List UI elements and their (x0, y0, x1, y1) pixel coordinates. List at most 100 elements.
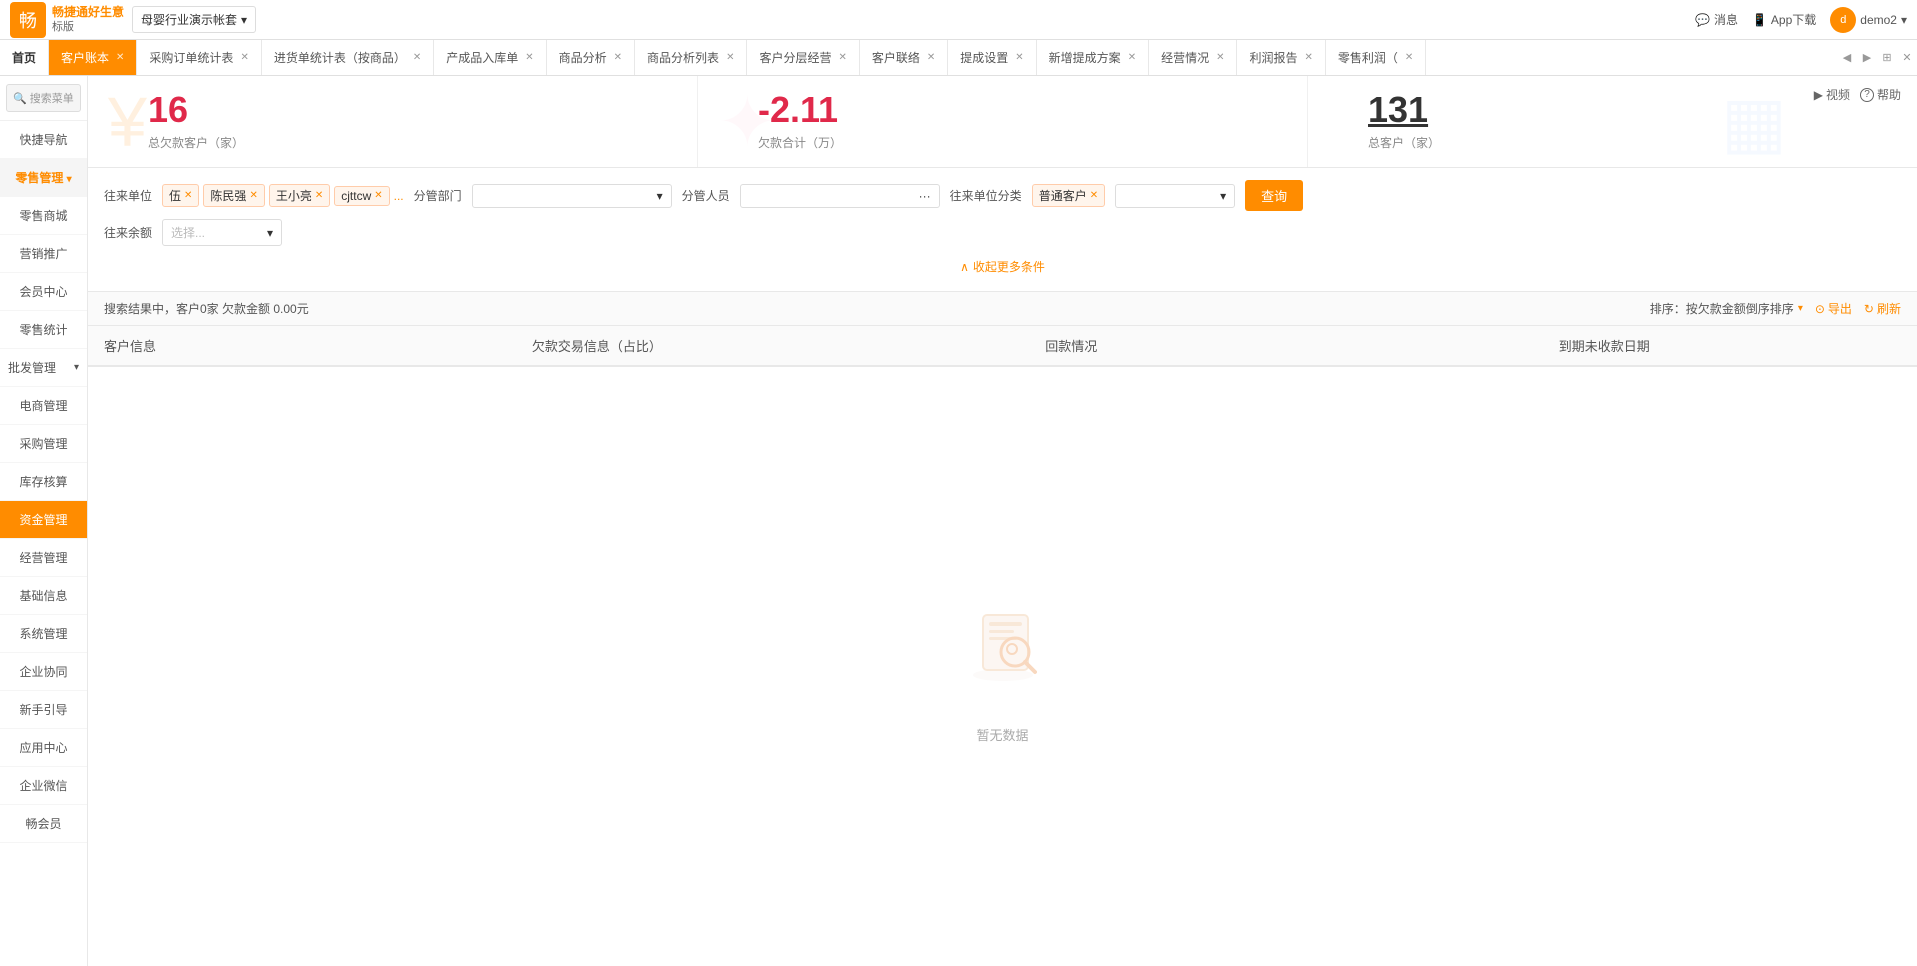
search-menu-button[interactable]: 🔍 搜索菜单 (6, 84, 81, 112)
sidebar-item-member[interactable]: 畅会员 (0, 805, 87, 843)
close-tab-icon[interactable]: ✕ (116, 52, 124, 63)
close-tab-icon[interactable]: ✕ (1128, 52, 1136, 63)
sidebar-item-basic-info[interactable]: 基础信息 (0, 577, 87, 615)
stats-row: ¥ 16 总欠款客户（家） ✦ -2.11 欠款合计（万） ▦ 131 总客户（… (88, 76, 1917, 168)
tab-operations[interactable]: 经营情况 ✕ (1149, 40, 1237, 75)
filter-row-1: 往来单位 伍 ✕ 陈民强 ✕ 王小亮 ✕ cjttcw (104, 180, 1901, 211)
collapse-button[interactable]: ∧ 收起更多条件 (104, 254, 1901, 279)
top-bar-right: 💬 消息 📱 App下载 d demo2 ▾ (1695, 7, 1907, 33)
remove-tag-wu[interactable]: ✕ (184, 190, 192, 201)
empty-text: 暂无数据 (976, 725, 1028, 744)
empty-illustration (953, 590, 1053, 709)
sidebar-item-app-center[interactable]: 应用中心 (0, 729, 87, 767)
nav-arrows: ◀ ▶ ⊞ ✕ (1837, 40, 1917, 76)
sidebar-item-retail-stats[interactable]: 零售统计 (0, 311, 87, 349)
sidebar-item-newbie[interactable]: 新手引导 (0, 691, 87, 729)
remove-tag-wang[interactable]: ✕ (315, 190, 323, 201)
remove-tag-chen[interactable]: ✕ (249, 190, 257, 201)
video-icon: ▶ (1814, 88, 1823, 102)
logo-area: 畅 畅捷通好生意 标版 (10, 2, 124, 38)
video-button[interactable]: ▶ 视频 (1814, 86, 1850, 103)
close-tab-icon[interactable]: ✕ (240, 52, 248, 63)
sidebar-item-marketing[interactable]: 营销推广 (0, 235, 87, 273)
filter-tag-normal-customer: 普通客户 ✕ (1032, 184, 1105, 207)
close-tab-icon[interactable]: ✕ (1216, 52, 1224, 63)
nav-next-button[interactable]: ▶ (1857, 40, 1877, 76)
tab-customer-book[interactable]: 客户账本 ✕ (49, 40, 137, 75)
filter-balance-label: 往来余额 (104, 224, 152, 241)
close-tab-icon[interactable]: ✕ (525, 52, 533, 63)
sidebar-item-retail-mall[interactable]: 零售商城 (0, 197, 87, 235)
filter-tag-wu: 伍 ✕ (162, 184, 199, 207)
tab-customer-contact[interactable]: 客户联络 ✕ (860, 40, 948, 75)
filter-category-select[interactable]: ▾ (1115, 184, 1235, 208)
chevron-down-icon: ▾ (267, 226, 273, 240)
close-tab-icon[interactable]: ✕ (1405, 52, 1413, 63)
close-tab-icon[interactable]: ✕ (726, 52, 734, 63)
th-customer-info: 客户信息 (104, 336, 532, 355)
export-button[interactable]: ⊙ 导出 (1815, 300, 1852, 317)
sidebar-item-member-center[interactable]: 会员中心 (0, 273, 87, 311)
remove-tag-cjttcw[interactable]: ✕ (374, 190, 382, 201)
stat-number-clients: 131 (1368, 92, 1428, 128)
filter-balance-select[interactable]: 选择... ▾ (162, 219, 282, 246)
tab-new-commission[interactable]: 新增提成方案 ✕ (1037, 40, 1149, 75)
th-date-info: 到期未收款日期 (1559, 336, 1901, 355)
sidebar-item-finance[interactable]: 资金管理 (0, 501, 87, 539)
close-tab-icon[interactable]: ✕ (1305, 52, 1313, 63)
filter-more-button[interactable]: ... (394, 189, 404, 203)
tab-home[interactable]: 首页 (0, 40, 49, 75)
sidebar-item-operations[interactable]: 经营管理 (0, 539, 87, 577)
tab-retail-profit[interactable]: 零售利润（ ✕ (1326, 40, 1426, 75)
sidebar-item-enterprise[interactable]: 企业协同 (0, 653, 87, 691)
chevron-down-icon: ▾ (657, 189, 663, 203)
tab-finished-goods[interactable]: 产成品入库单 ✕ (434, 40, 546, 75)
demo-selector[interactable]: 母婴行业演示帐套 ▾ (132, 6, 256, 33)
chevron-down-icon: ▾ (1901, 13, 1907, 27)
close-tab-icon[interactable]: ✕ (838, 52, 846, 63)
close-tab-icon[interactable]: ✕ (927, 52, 935, 63)
tab-goods-analysis[interactable]: 商品分析 ✕ (547, 40, 635, 75)
filter-person-select[interactable]: ··· (740, 184, 940, 208)
export-icon: ⊙ (1815, 302, 1825, 316)
refresh-button[interactable]: ↻ 刷新 (1864, 300, 1901, 317)
sidebar-item-ecommerce[interactable]: 电商管理 (0, 387, 87, 425)
nav-expand-button[interactable]: ⊞ (1877, 40, 1897, 76)
help-button[interactable]: ? 帮助 (1860, 86, 1901, 103)
filter-tag-chen: 陈民强 ✕ (203, 184, 264, 207)
nav-close-button[interactable]: ✕ (1897, 40, 1917, 76)
app-icon: 📱 (1752, 13, 1767, 27)
tab-profit-report[interactable]: 利润报告 ✕ (1237, 40, 1325, 75)
sidebar-item-quick-nav[interactable]: 快捷导航 (0, 121, 87, 159)
close-tab-icon[interactable]: ✕ (1015, 52, 1023, 63)
sidebar-item-wholesale[interactable]: 批发管理 ▾ (0, 349, 87, 387)
sidebar-item-wechat[interactable]: 企业微信 (0, 767, 87, 805)
close-tab-icon[interactable]: ✕ (413, 52, 421, 63)
filter-category-label: 往来单位分类 (950, 187, 1022, 204)
nav-prev-button[interactable]: ◀ (1837, 40, 1857, 76)
sidebar-item-system[interactable]: 系统管理 (0, 615, 87, 653)
sidebar-item-procurement[interactable]: 采购管理 (0, 425, 87, 463)
query-button[interactable]: 查询 (1245, 180, 1303, 211)
tab-commission-settings[interactable]: 提成设置 ✕ (948, 40, 1036, 75)
filter-dept-select[interactable]: ▾ (472, 184, 672, 208)
app-download-button[interactable]: 📱 App下载 (1752, 11, 1816, 28)
user-menu[interactable]: d demo2 ▾ (1830, 7, 1907, 33)
sort-selector[interactable]: 排序：按欠款金额倒序排序 ▾ (1650, 300, 1803, 317)
content-area: ¥ 16 总欠款客户（家） ✦ -2.11 欠款合计（万） ▦ 131 总客户（… (88, 76, 1917, 966)
close-tab-icon[interactable]: ✕ (614, 52, 622, 63)
tab-goods-analysis-list[interactable]: 商品分析列表 ✕ (635, 40, 747, 75)
filter-unit-label: 往来单位 (104, 187, 152, 204)
sidebar-item-inventory[interactable]: 库存核算 (0, 463, 87, 501)
table-header: 客户信息 欠款交易信息（占比） 回款情况 到期未收款日期 (88, 326, 1917, 367)
sidebar-item-retail[interactable]: 零售管理 ▾ (0, 159, 87, 197)
tab-customer-segment[interactable]: 客户分层经营 ✕ (747, 40, 859, 75)
stat-total-customers: ¥ 16 总欠款客户（家） (88, 76, 698, 167)
tab-stock-by-product[interactable]: 进货单统计表（按商品） ✕ (262, 40, 434, 75)
more-icon: ··· (919, 189, 931, 203)
remove-tag-normal[interactable]: ✕ (1090, 190, 1098, 201)
message-button[interactable]: 💬 消息 (1695, 11, 1738, 28)
top-bar: 畅 畅捷通好生意 标版 母婴行业演示帐套 ▾ 💬 消息 📱 App下载 d de… (0, 0, 1917, 40)
th-debt-info: 欠款交易信息（占比） (532, 336, 1045, 355)
tab-purchase-order[interactable]: 采购订单统计表 ✕ (137, 40, 261, 75)
